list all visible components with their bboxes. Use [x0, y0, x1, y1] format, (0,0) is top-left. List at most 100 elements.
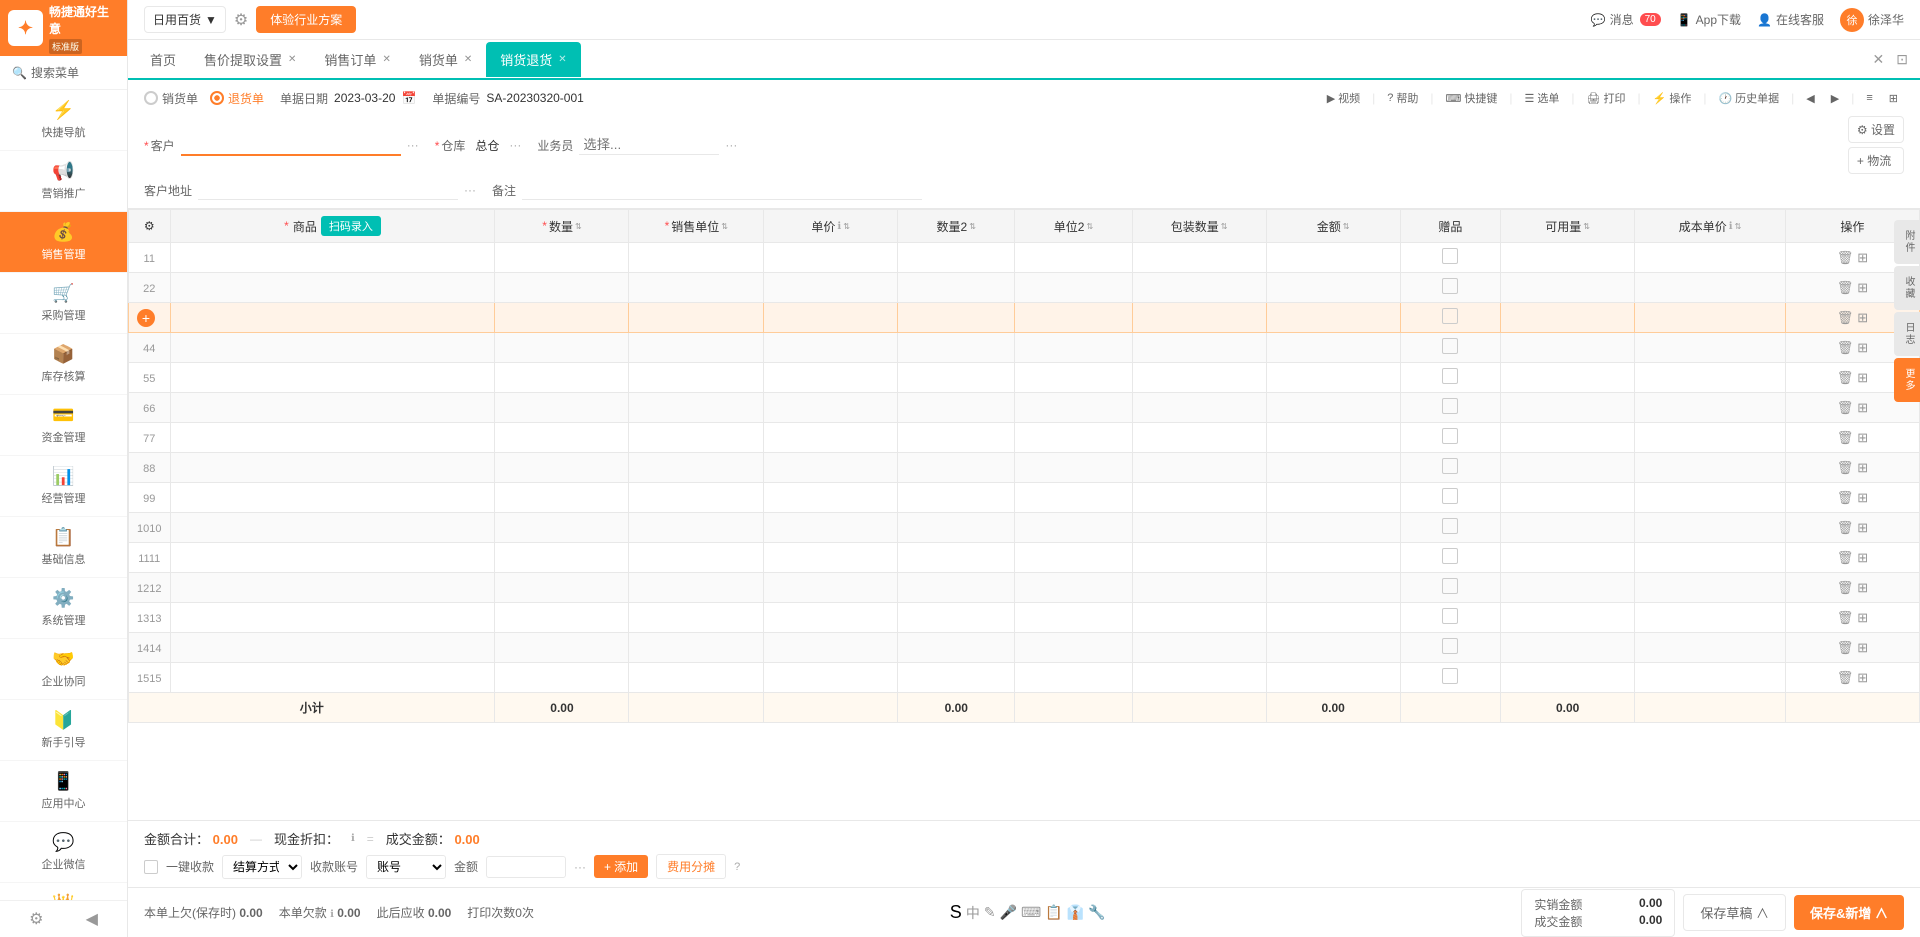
- gift-checkbox[interactable]: [1442, 578, 1458, 594]
- qty-cell[interactable]: [495, 633, 629, 663]
- toolbar-help[interactable]: ? 帮助: [1381, 88, 1424, 108]
- goods-name-cell[interactable]: [170, 453, 495, 483]
- qty-cell[interactable]: [495, 423, 629, 453]
- unit-cell[interactable]: [629, 333, 764, 363]
- unit-cell[interactable]: [629, 453, 764, 483]
- avail-cell[interactable]: [1501, 573, 1635, 603]
- goods-name-cell[interactable]: [170, 603, 495, 633]
- unit2-cell[interactable]: [1015, 393, 1132, 423]
- copy-row-icon[interactable]: ⊞: [1857, 310, 1868, 326]
- price-cell[interactable]: [764, 363, 898, 393]
- cost-price-cell[interactable]: [1635, 483, 1786, 513]
- tab-close-sale-price-setting[interactable]: ✕: [288, 54, 296, 65]
- amount-cell[interactable]: [1266, 393, 1400, 423]
- unit2-cell[interactable]: [1015, 633, 1132, 663]
- goods-name-cell[interactable]: [170, 423, 495, 453]
- gift-cell[interactable]: [1400, 243, 1501, 273]
- amount-cell[interactable]: [1266, 573, 1400, 603]
- copy-row-icon[interactable]: ⊞: [1857, 250, 1868, 266]
- avail-cell[interactable]: [1501, 363, 1635, 393]
- avail-cell[interactable]: [1501, 483, 1635, 513]
- price-cell[interactable]: [764, 303, 898, 333]
- amount-cell[interactable]: [1266, 273, 1400, 303]
- customer-more-icon[interactable]: ···: [407, 138, 419, 152]
- goods-name-cell[interactable]: [170, 393, 495, 423]
- sidebar-item-purchase[interactable]: 🛒 采购管理: [0, 273, 127, 334]
- qty2-cell[interactable]: [898, 603, 1015, 633]
- unit-cell[interactable]: [629, 303, 764, 333]
- amount-cell[interactable]: [1266, 303, 1400, 333]
- copy-row-icon[interactable]: ⊞: [1857, 430, 1868, 446]
- right-btn-more[interactable]: 更多: [1894, 358, 1920, 402]
- amount-cell[interactable]: [1266, 513, 1400, 543]
- column-settings-button[interactable]: ⚙ 设置: [1848, 116, 1904, 143]
- copy-row-icon[interactable]: ⊞: [1857, 280, 1868, 296]
- cost-price-cell[interactable]: [1635, 303, 1786, 333]
- gift-checkbox[interactable]: [1442, 278, 1458, 294]
- unit2-cell[interactable]: [1015, 303, 1132, 333]
- delete-row-icon[interactable]: 🗑: [1837, 610, 1854, 626]
- right-btn-attachment[interactable]: 附件: [1894, 220, 1920, 264]
- user-profile-item[interactable]: 徐 徐泽华: [1840, 8, 1904, 32]
- gift-checkbox[interactable]: [1442, 368, 1458, 384]
- sidebar-item-system[interactable]: ⚙️ 系统管理: [0, 578, 127, 639]
- gift-checkbox[interactable]: [1442, 668, 1458, 684]
- payment-amount-input[interactable]: [486, 856, 566, 878]
- tab-expand-icon[interactable]: ⊡: [1892, 47, 1912, 72]
- unit2-cell[interactable]: [1015, 333, 1132, 363]
- avail-cell[interactable]: [1501, 393, 1635, 423]
- gift-cell[interactable]: [1400, 363, 1501, 393]
- goods-name-cell[interactable]: [170, 543, 495, 573]
- amount-cell[interactable]: [1266, 363, 1400, 393]
- sidebar-item-app-center[interactable]: 📱 应用中心: [0, 761, 127, 822]
- unit-cell[interactable]: [629, 543, 764, 573]
- qty-cell[interactable]: [495, 333, 629, 363]
- unit2-cell[interactable]: [1015, 513, 1132, 543]
- delete-row-icon[interactable]: 🗑: [1837, 580, 1854, 596]
- goods-name-cell[interactable]: [170, 363, 495, 393]
- unit-cell[interactable]: [629, 483, 764, 513]
- price-cell[interactable]: [764, 633, 898, 663]
- avail-cell[interactable]: [1501, 423, 1635, 453]
- cost-price-cell[interactable]: [1635, 573, 1786, 603]
- toolbar-history[interactable]: 🕐 历史单据: [1712, 88, 1785, 108]
- avail-cell[interactable]: [1501, 603, 1635, 633]
- avail-cell[interactable]: [1501, 543, 1635, 573]
- tab-sale-delivery[interactable]: 销货单 ✕: [405, 42, 486, 77]
- gift-checkbox[interactable]: [1442, 638, 1458, 654]
- online-service-item[interactable]: 👤 在线客服: [1757, 11, 1824, 28]
- cost-sort-icon[interactable]: ⇅: [1735, 222, 1742, 231]
- unit2-cell[interactable]: [1015, 663, 1132, 693]
- unit2-cell[interactable]: [1015, 363, 1132, 393]
- sidebar-item-new-guide[interactable]: 🔰 新手引导: [0, 700, 127, 761]
- qty-cell[interactable]: [495, 363, 629, 393]
- customer-input[interactable]: [181, 135, 401, 156]
- qty2-cell[interactable]: [898, 513, 1015, 543]
- qty2-cell[interactable]: [898, 453, 1015, 483]
- avail-cell[interactable]: [1501, 303, 1635, 333]
- unit-cell[interactable]: [629, 663, 764, 693]
- qty-cell[interactable]: [495, 603, 629, 633]
- cost-price-cell[interactable]: [1635, 333, 1786, 363]
- unit-cell[interactable]: [629, 273, 764, 303]
- cost-price-cell[interactable]: [1635, 603, 1786, 633]
- delete-row-icon[interactable]: 🗑: [1837, 490, 1854, 506]
- sidebar-collapse-icon[interactable]: ◀: [86, 909, 98, 929]
- sidebar-item-marketing[interactable]: 📢 营销推广: [0, 151, 127, 212]
- qty-cell[interactable]: [495, 483, 629, 513]
- delete-row-icon[interactable]: 🗑: [1837, 250, 1854, 266]
- sidebar-item-member[interactable]: 👑 畅会员: [0, 883, 127, 900]
- unit2-cell[interactable]: [1015, 243, 1132, 273]
- table-settings-icon[interactable]: ⚙: [144, 219, 155, 233]
- toolbar-select[interactable]: ☰ 选单: [1519, 88, 1566, 108]
- pkg-qty-cell[interactable]: [1132, 273, 1266, 303]
- unit-cell[interactable]: [629, 633, 764, 663]
- qty2-sort-icon[interactable]: ⇅: [969, 222, 976, 231]
- unit-cell[interactable]: [629, 243, 764, 273]
- pkg-qty-cell[interactable]: [1132, 453, 1266, 483]
- search-menu-item[interactable]: 🔍 搜索菜单: [0, 56, 127, 90]
- warehouse-more-icon[interactable]: ···: [509, 138, 521, 152]
- industry-selector[interactable]: 日用百货 ▼: [144, 6, 226, 33]
- copy-row-icon[interactable]: ⊞: [1857, 370, 1868, 386]
- amount-cell[interactable]: [1266, 603, 1400, 633]
